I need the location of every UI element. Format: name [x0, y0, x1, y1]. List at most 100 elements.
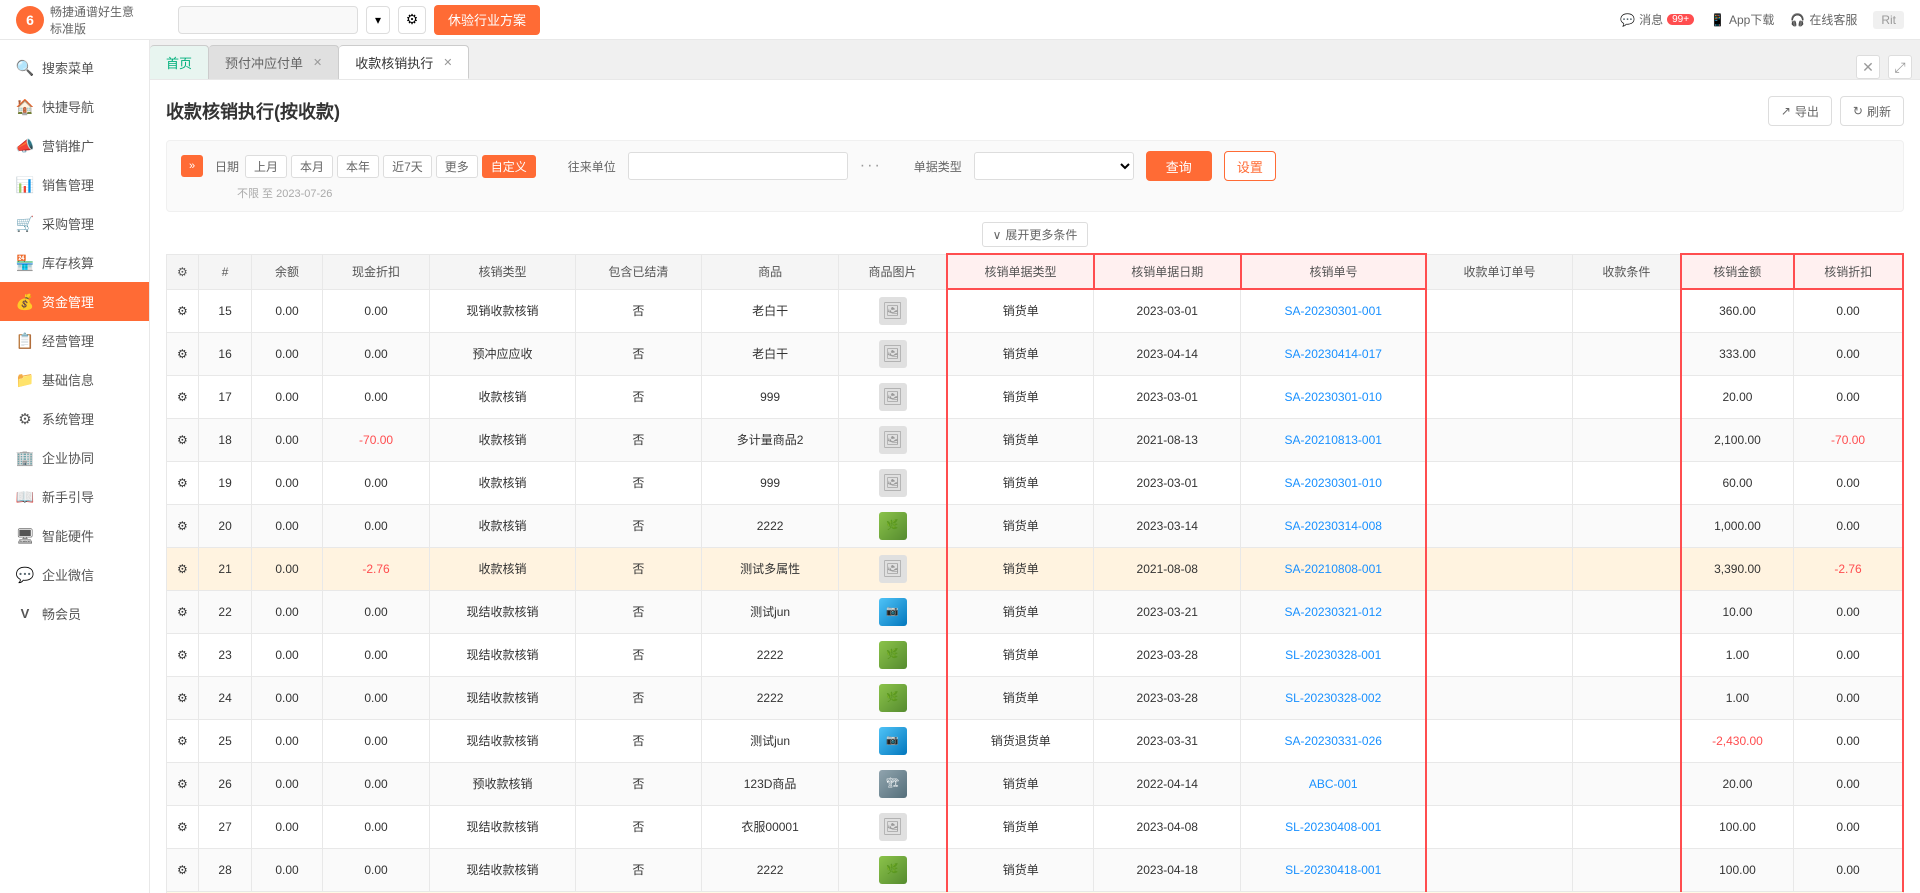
cell-receipt-order [1426, 633, 1572, 676]
cell-cancel-doc-type: 销货单 [947, 504, 1094, 547]
doc-type-select[interactable] [974, 152, 1134, 180]
col-no: # [198, 254, 252, 289]
app-download-label: App下载 [1729, 11, 1774, 28]
sidebar-item-wechat[interactable]: 💬 企业微信 [0, 555, 149, 594]
sidebar-item-inventory[interactable]: 🏪 库存核算 [0, 243, 149, 282]
cell-cancel-doc-no[interactable]: ABC-001 [1241, 762, 1427, 805]
sidebar-item-vip[interactable]: V 畅会员 [0, 594, 149, 633]
app-download-button[interactable]: 📱 App下载 [1710, 11, 1774, 28]
last7days-btn[interactable]: 近7天 [383, 155, 432, 178]
cell-cancel-amount: 1.00 [1681, 633, 1794, 676]
sidebar-item-label: 智能硬件 [42, 526, 94, 545]
cell-cancel-doc-no[interactable]: SL-20230408-001 [1241, 805, 1427, 848]
cell-receipt-condition [1572, 289, 1681, 332]
sidebar-item-search[interactable]: 🔍 搜索菜单 [0, 48, 149, 87]
tabs-right-actions: ✕ ⤢ [1856, 55, 1920, 79]
cell-cancel-doc-no[interactable]: SA-20230301-010 [1241, 375, 1427, 418]
cell-gear[interactable]: ⚙ [167, 332, 199, 375]
cell-cancel-doc-no[interactable]: SA-20230414-017 [1241, 332, 1427, 375]
this-month-btn[interactable]: 本月 [291, 155, 333, 178]
query-button[interactable]: 查询 [1146, 151, 1212, 181]
sidebar-item-basicinfo[interactable]: 📁 基础信息 [0, 360, 149, 399]
cell-gear[interactable]: ⚙ [167, 633, 199, 676]
cell-product-img: 📷 [839, 719, 948, 762]
cell-included: 否 [575, 719, 701, 762]
cell-cash-discount: -70.00 [322, 418, 430, 461]
refresh-button[interactable]: ↻ 刷新 [1840, 96, 1904, 126]
export-button[interactable]: ↗ 导出 [1768, 96, 1832, 126]
cell-cancel-type: 现结收款核销 [430, 590, 575, 633]
cell-cancel-doc-no[interactable]: SA-20230331-026 [1241, 719, 1427, 762]
tab-collection[interactable]: 收款核销执行 ✕ [339, 45, 469, 79]
search-input[interactable] [178, 6, 358, 34]
sidebar-item-system[interactable]: ⚙ 系统管理 [0, 399, 149, 438]
product-image-placeholder: 🖼 [879, 383, 907, 411]
cell-gear[interactable]: ⚙ [167, 375, 199, 418]
cell-no: 25 [198, 719, 252, 762]
sidebar-item-enterprise[interactable]: 🏢 企业协同 [0, 438, 149, 477]
cell-cancel-doc-type: 销货单 [947, 547, 1094, 590]
cell-cancel-doc-no[interactable]: SA-20230321-012 [1241, 590, 1427, 633]
col-gear[interactable]: ⚙ [167, 254, 199, 289]
partner-label: 往来单位 [568, 158, 616, 175]
this-year-btn[interactable]: 本年 [337, 155, 379, 178]
last-month-btn[interactable]: 上月 [245, 155, 287, 178]
setting-button[interactable]: 设置 [1224, 151, 1276, 181]
table-row: ⚙ 16 0.00 0.00 预冲应应收 否 老白干 🖼 销货单 2023-04… [167, 332, 1904, 375]
cell-cancel-type: 现销收款核销 [430, 289, 575, 332]
sidebar-item-quicknav[interactable]: 🏠 快捷导航 [0, 87, 149, 126]
cell-cancel-doc-no[interactable]: SA-20210813-001 [1241, 418, 1427, 461]
cell-cancel-doc-no[interactable]: SA-20210808-001 [1241, 547, 1427, 590]
enterprise-icon: 🏢 [16, 449, 34, 467]
cell-gear[interactable]: ⚙ [167, 289, 199, 332]
cell-cancel-doc-no[interactable]: SL-20230328-001 [1241, 633, 1427, 676]
cell-cancel-doc-no[interactable]: SA-20230301-010 [1241, 461, 1427, 504]
cell-gear[interactable]: ⚙ [167, 418, 199, 461]
cell-gear[interactable]: ⚙ [167, 848, 199, 891]
filter-expand-arrow[interactable]: » [181, 155, 203, 177]
sidebar-item-marketing[interactable]: 📣 营销推广 [0, 126, 149, 165]
cell-receipt-order [1426, 719, 1572, 762]
sidebar-item-hardware[interactable]: 🖥 智能硬件 [0, 516, 149, 555]
cell-gear[interactable]: ⚙ [167, 590, 199, 633]
dropdown-button[interactable]: ▾ [366, 6, 390, 34]
cell-gear[interactable]: ⚙ [167, 547, 199, 590]
partner-input[interactable] [628, 152, 848, 180]
cell-cancel-doc-no[interactable]: SL-20230328-002 [1241, 676, 1427, 719]
sidebar-item-guide[interactable]: 📖 新手引导 [0, 477, 149, 516]
cell-gear[interactable]: ⚙ [167, 461, 199, 504]
more-date-btn[interactable]: 更多 [436, 155, 478, 178]
cell-product: 999 [702, 461, 839, 504]
close-tab-button[interactable]: ✕ [1856, 55, 1880, 79]
online-service-button[interactable]: 🎧 在线客服 [1790, 11, 1857, 28]
sidebar-item-finance[interactable]: 💰 资金管理 [0, 282, 149, 321]
cell-cancel-discount: -2.76 [1794, 547, 1903, 590]
sidebar-item-operations[interactable]: 📋 经营管理 [0, 321, 149, 360]
tab-collection-close[interactable]: ✕ [443, 56, 452, 69]
cell-cancel-doc-no[interactable]: SA-20230301-001 [1241, 289, 1427, 332]
message-button[interactable]: 💬 消息 99+ [1620, 11, 1694, 28]
cell-gear[interactable]: ⚙ [167, 719, 199, 762]
sidebar-item-purchase[interactable]: 🛒 采购管理 [0, 204, 149, 243]
cell-gear[interactable]: ⚙ [167, 504, 199, 547]
cell-cancel-doc-no[interactable]: SL-20230418-001 [1241, 848, 1427, 891]
settings-gear-button[interactable]: ⚙ [398, 6, 426, 34]
cell-gear[interactable]: ⚙ [167, 676, 199, 719]
tab-prepay-close[interactable]: ✕ [313, 56, 322, 69]
cell-cancel-discount: 0.00 [1794, 504, 1903, 547]
cell-gear[interactable]: ⚙ [167, 805, 199, 848]
tab-prepay[interactable]: 预付冲应付单 ✕ [209, 45, 339, 79]
cell-included: 否 [575, 633, 701, 676]
cell-cancel-doc-no[interactable]: SA-20230314-008 [1241, 504, 1427, 547]
sidebar-item-sales[interactable]: 📊 销售管理 [0, 165, 149, 204]
industry-solution-button[interactable]: 休验行业方案 [434, 5, 540, 35]
cell-cancel-discount: 0.00 [1794, 332, 1903, 375]
cell-cancel-type: 收款核销 [430, 375, 575, 418]
expand-conditions-button[interactable]: ∨ 展开更多条件 [982, 222, 1089, 247]
expand-tab-button[interactable]: ⤢ [1888, 55, 1912, 79]
tab-collection-label: 收款核销执行 [355, 53, 433, 72]
cell-receipt-condition [1572, 762, 1681, 805]
tab-home[interactable]: 首页 [150, 45, 209, 79]
cell-gear[interactable]: ⚙ [167, 762, 199, 805]
custom-date-btn[interactable]: 自定义 [482, 155, 536, 178]
